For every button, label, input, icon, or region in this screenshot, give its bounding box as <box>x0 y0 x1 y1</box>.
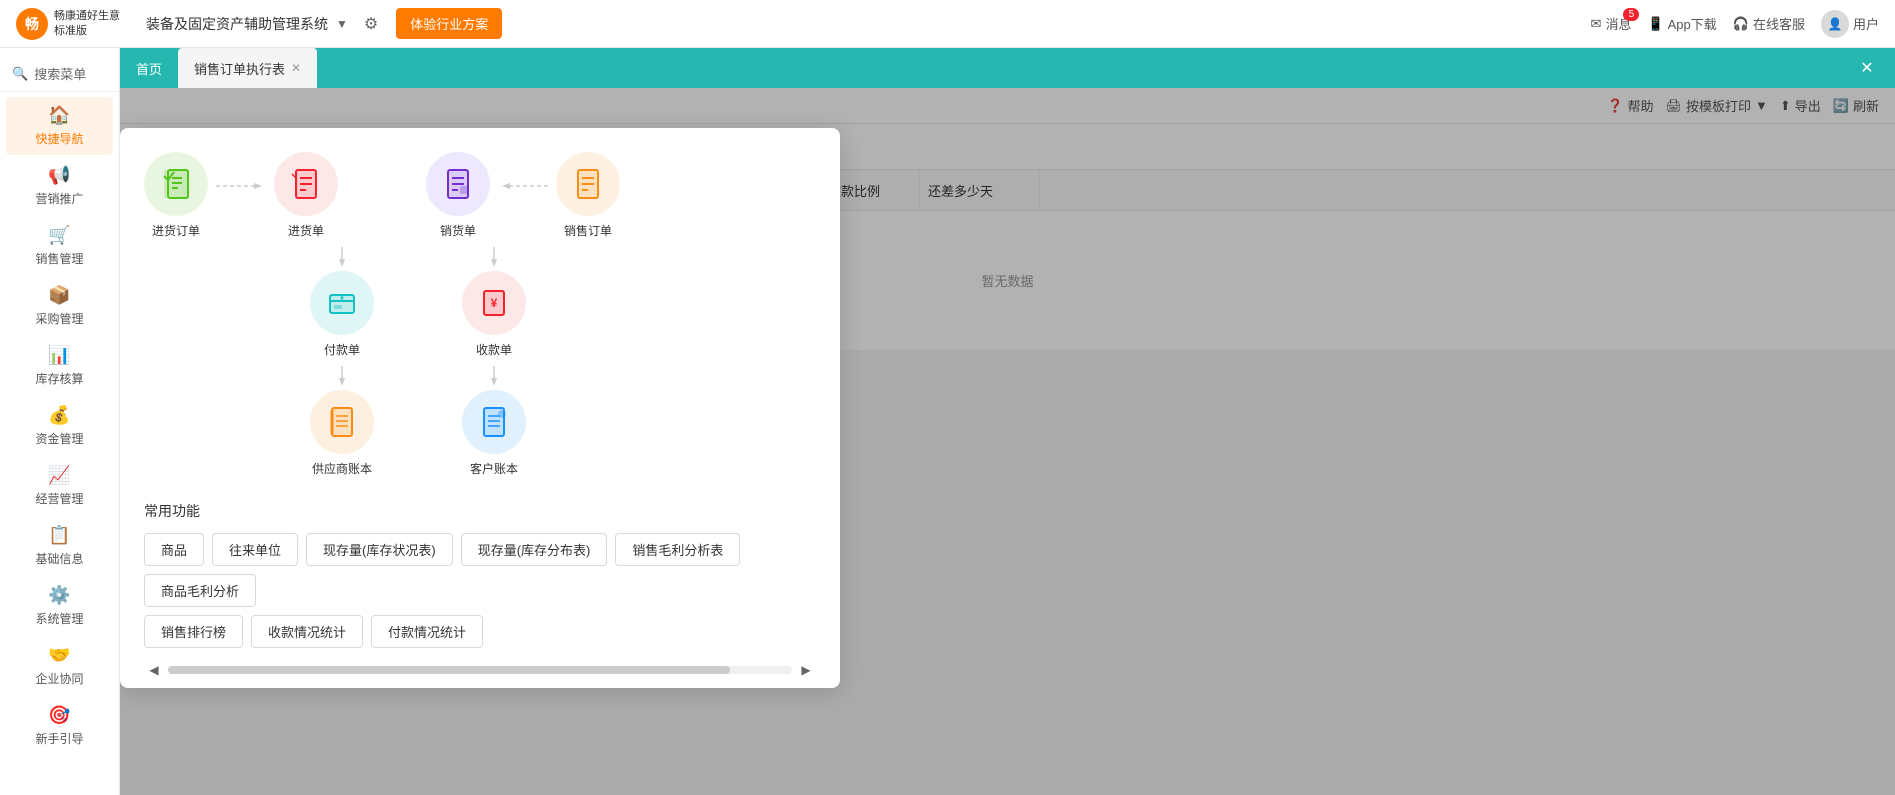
sidebar-item-marketing[interactable]: 📢 营销推广 <box>6 157 113 215</box>
payment-icon: ¥ <box>310 271 374 335</box>
customer-ledger-icon <box>462 390 526 454</box>
marketing-icon: 📢 <box>48 165 70 186</box>
flow-node-sales-bill[interactable]: 销货单 <box>426 152 490 239</box>
func-btn-product[interactable]: 商品 <box>144 533 204 566</box>
tab-bar-right: ✕ <box>1855 56 1895 80</box>
purchase-icon: 📦 <box>48 285 70 306</box>
main-layout: 🔍 搜索菜单 🏠 快捷导航 📢 营销推广 🛒 销售管理 📦 采购管理 📊 库存核… <box>0 48 1895 795</box>
system-dropdown-icon[interactable]: ▼ <box>336 17 348 31</box>
arrow-sales-order-to-bill <box>498 180 548 192</box>
func-btn-stock-dist[interactable]: 现存量(库存分布表) <box>461 533 608 566</box>
purchase-bill-icon <box>274 152 338 216</box>
finance-icon: 💰 <box>48 405 70 426</box>
top-header: 畅 畅康通好生意 标准版 装备及固定资产辅助管理系统 ▼ ⚙ 体验行业方案 ✉ … <box>0 0 1895 48</box>
scroll-bar[interactable] <box>168 666 792 674</box>
flow-node-supplier-ledger[interactable]: 供应商账本 <box>310 390 374 477</box>
tab-close-icon[interactable]: ✕ <box>291 61 301 75</box>
header-right: ✉ 消息 5 📱 App下载 🎧 在线客服 👤 用户 <box>1591 10 1879 38</box>
sidebar-item-inventory[interactable]: 📊 库存核算 <box>6 337 113 395</box>
svg-text:¥: ¥ <box>491 296 498 310</box>
user-button[interactable]: 👤 用户 <box>1821 10 1879 38</box>
func-btn-receipt-stats[interactable]: 收款情况统计 <box>251 615 363 648</box>
logo-area: 畅 畅康通好生意 标准版 <box>16 8 136 40</box>
sidebar-item-enterprise[interactable]: 🤝 企业协同 <box>6 637 113 695</box>
arrow-sales-bill-down <box>462 247 526 267</box>
search-menu[interactable]: 🔍 搜索菜单 <box>0 56 119 92</box>
sidebar-item-sales[interactable]: 🛒 销售管理 <box>6 217 113 275</box>
flow-node-purchase-order[interactable]: 进货订单 <box>144 152 208 239</box>
phone-icon: 📱 <box>1647 16 1663 32</box>
search-icon: 🔍 <box>12 66 28 82</box>
scroll-row: ◀ ▶ <box>144 660 816 680</box>
logo-text: 畅康通好生意 标准版 <box>54 9 120 38</box>
tab-sales-order[interactable]: 销售订单执行表 ✕ <box>178 48 317 88</box>
sidebar-item-purchase[interactable]: 📦 采购管理 <box>6 277 113 335</box>
quick-guide-modal: 进货订单 <box>120 128 840 688</box>
arrow-purchase-order-to-bill <box>216 180 266 192</box>
common-functions-section: 常用功能 商品 往来单位 现存量(库存状况表) 现存量(库存分布表) 销售毛利分… <box>144 501 816 680</box>
page-content: ❓ 帮助 🖨 按模板打印 ▼ ⬆ 导出 🔄 刷新 <box>120 88 1895 795</box>
experience-button[interactable]: 体验行业方案 <box>396 8 502 39</box>
purchase-order-icon <box>144 152 208 216</box>
settings-icon[interactable]: ⚙ <box>364 14 378 34</box>
content-area: 首页 销售订单执行表 ✕ ✕ ❓ 帮助 🖨 <box>120 48 1895 795</box>
message-icon: ✉ <box>1591 16 1602 32</box>
arrow-receipt-down <box>462 366 526 386</box>
flow-diagram: 进货订单 <box>144 152 816 477</box>
user-avatar: 👤 <box>1821 10 1849 38</box>
scroll-thumb <box>168 666 730 674</box>
supplier-ledger-icon <box>310 390 374 454</box>
function-buttons-row-1: 商品 往来单位 现存量(库存状况表) 现存量(库存分布表) 销售毛利分析表 商品… <box>144 533 816 607</box>
sidebar-item-newbie[interactable]: 🎯 新手引导 <box>6 697 113 755</box>
func-btn-counterpart[interactable]: 往来单位 <box>212 533 298 566</box>
tab-bar: 首页 销售订单执行表 ✕ ✕ <box>120 48 1895 88</box>
receipt-icon: ¥ <box>462 271 526 335</box>
system-icon: ⚙️ <box>48 585 70 606</box>
flow-node-purchase-bill[interactable]: 进货单 <box>274 152 338 239</box>
tab-home[interactable]: 首页 <box>120 48 178 88</box>
sales-order-icon <box>556 152 620 216</box>
scroll-left-icon[interactable]: ◀ <box>144 660 164 680</box>
message-button[interactable]: ✉ 消息 5 <box>1591 14 1632 33</box>
common-functions-title: 常用功能 <box>144 501 816 521</box>
arrow-payment-down <box>310 366 374 386</box>
sidebar-item-finance[interactable]: 💰 资金管理 <box>6 397 113 455</box>
arrow-purchase-bill-down <box>310 247 374 267</box>
sidebar: 🔍 搜索菜单 🏠 快捷导航 📢 营销推广 🛒 销售管理 📦 采购管理 📊 库存核… <box>0 48 120 795</box>
newbie-icon: 🎯 <box>48 705 70 726</box>
flow-node-payment[interactable]: ¥ 付款单 <box>310 271 374 358</box>
system-title-area: 装备及固定资产辅助管理系统 ▼ ⚙ 体验行业方案 <box>136 8 1591 39</box>
svg-text:¥: ¥ <box>340 295 344 302</box>
system-title: 装备及固定资产辅助管理系统 <box>146 14 328 34</box>
headset-icon: 🎧 <box>1733 16 1749 32</box>
sidebar-item-system[interactable]: ⚙️ 系统管理 <box>6 577 113 635</box>
app-download-button[interactable]: 📱 App下载 <box>1647 14 1716 33</box>
func-btn-stock-status[interactable]: 现存量(库存状况表) <box>306 533 453 566</box>
func-btn-sales-profit[interactable]: 销售毛利分析表 <box>615 533 740 566</box>
online-service-button[interactable]: 🎧 在线客服 <box>1733 14 1805 33</box>
func-btn-sales-rank[interactable]: 销售排行榜 <box>144 615 243 648</box>
message-badge: 5 <box>1623 8 1639 21</box>
inventory-icon: 📊 <box>48 345 70 366</box>
business-icon: 📈 <box>48 465 70 486</box>
flow-node-receipt[interactable]: ¥ 收款单 <box>462 271 526 358</box>
flow-node-customer-ledger[interactable]: 客户账本 <box>462 390 526 477</box>
home-icon: 🏠 <box>48 105 70 126</box>
modal-overlay[interactable]: 进货订单 <box>120 88 1895 795</box>
sales-icon: 🛒 <box>48 225 70 246</box>
sales-bill-icon <box>426 152 490 216</box>
sidebar-item-basic[interactable]: 📋 基础信息 <box>6 517 113 575</box>
flow-node-sales-order[interactable]: 销售订单 <box>556 152 620 239</box>
logo-icon: 畅 <box>16 8 48 40</box>
window-close-icon[interactable]: ✕ <box>1855 56 1879 80</box>
enterprise-icon: 🤝 <box>48 645 70 666</box>
sidebar-item-business[interactable]: 📈 经营管理 <box>6 457 113 515</box>
func-btn-payment-stats[interactable]: 付款情况统计 <box>371 615 483 648</box>
sidebar-item-quick-nav[interactable]: 🏠 快捷导航 <box>6 97 113 155</box>
function-buttons-row-2: 销售排行榜 收款情况统计 付款情况统计 <box>144 615 816 648</box>
basic-icon: 📋 <box>48 525 70 546</box>
scroll-right-icon[interactable]: ▶ <box>796 660 816 680</box>
func-btn-product-profit[interactable]: 商品毛利分析 <box>144 574 256 607</box>
